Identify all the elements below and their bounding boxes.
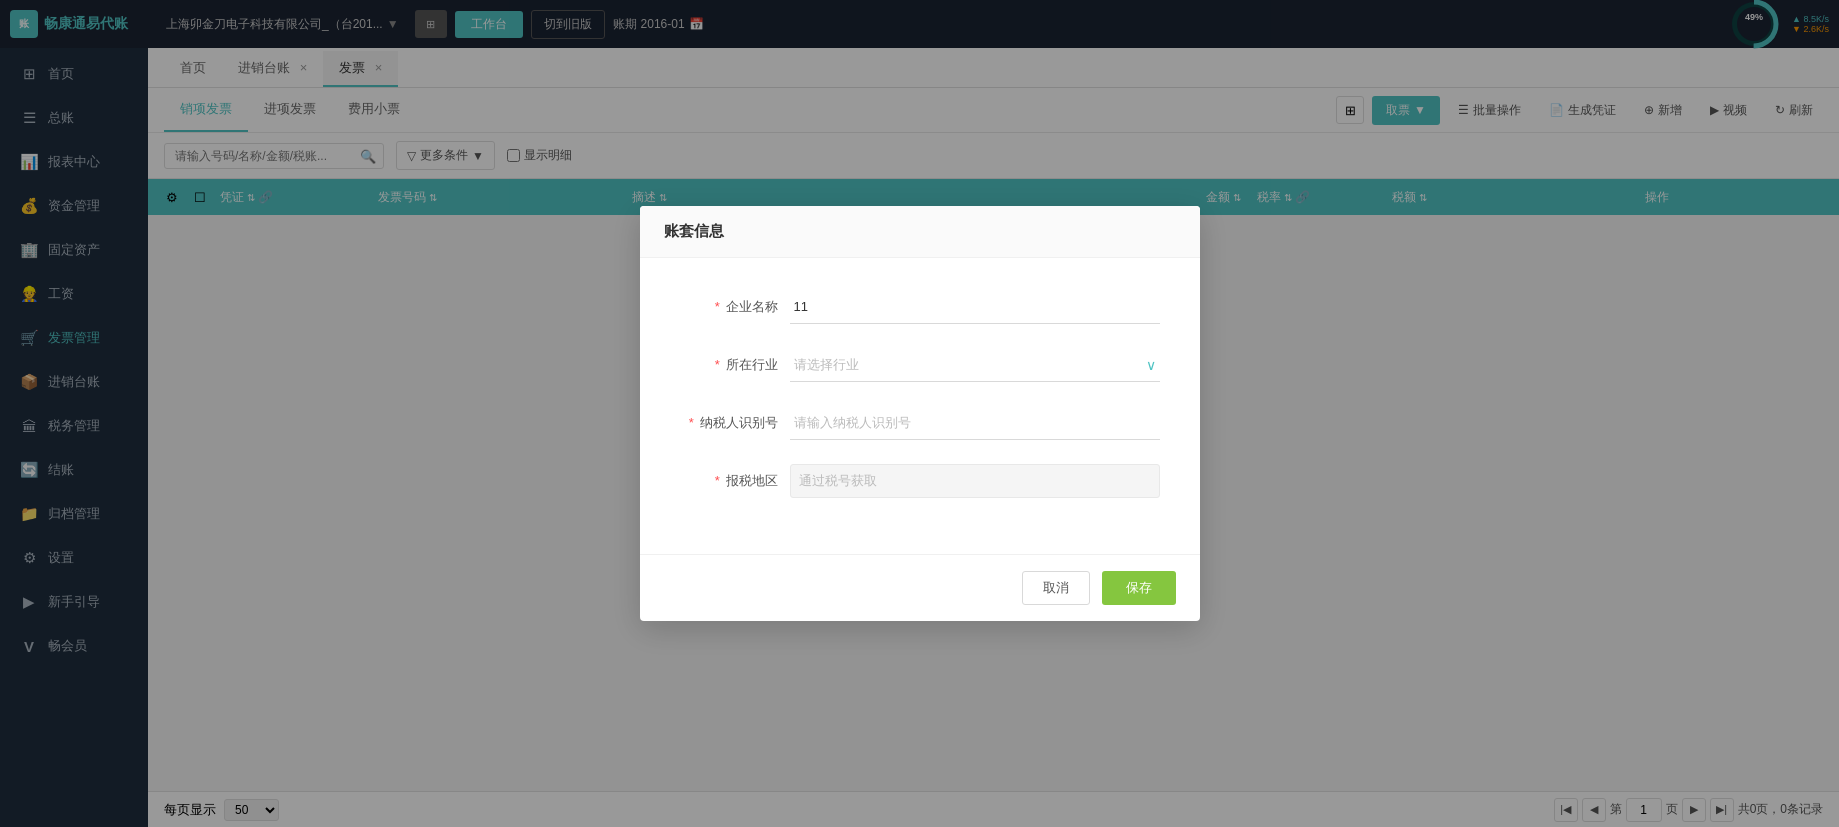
account-info-modal: 账套信息 * 企业名称 * 所在行业 请选择行业	[640, 206, 1200, 621]
save-button[interactable]: 保存	[1102, 571, 1176, 605]
form-row-taxregion: * 报税地区 通过税号获取	[680, 464, 1160, 498]
industry-label: * 所在行业	[680, 356, 790, 374]
modal-overlay: 账套信息 * 企业名称 * 所在行业 请选择行业	[0, 0, 1839, 827]
industry-select-wrap: 请选择行业 ∨	[790, 348, 1160, 382]
company-name-input[interactable]	[790, 290, 1160, 324]
cancel-button[interactable]: 取消	[1022, 571, 1090, 605]
taxregion-label: * 报税地区	[680, 472, 790, 490]
taxid-required-mark: *	[689, 415, 694, 430]
form-row-industry: * 所在行业 请选择行业 ∨	[680, 348, 1160, 382]
modal-body: * 企业名称 * 所在行业 请选择行业 ∨	[640, 258, 1200, 554]
company-name-label: * 企业名称	[680, 298, 790, 316]
modal-title: 账套信息	[664, 222, 724, 239]
company-required-mark: *	[715, 299, 720, 314]
taxregion-readonly: 通过税号获取	[790, 464, 1160, 498]
taxid-input[interactable]	[790, 406, 1160, 440]
modal-footer: 取消 保存	[640, 554, 1200, 621]
industry-required-mark: *	[715, 357, 720, 372]
modal-header: 账套信息	[640, 206, 1200, 258]
form-row-taxid: * 纳税人识别号	[680, 406, 1160, 440]
taxregion-required-mark: *	[715, 473, 720, 488]
form-row-company: * 企业名称	[680, 290, 1160, 324]
industry-select[interactable]: 请选择行业	[790, 357, 1160, 372]
taxid-label: * 纳税人识别号	[680, 414, 790, 432]
